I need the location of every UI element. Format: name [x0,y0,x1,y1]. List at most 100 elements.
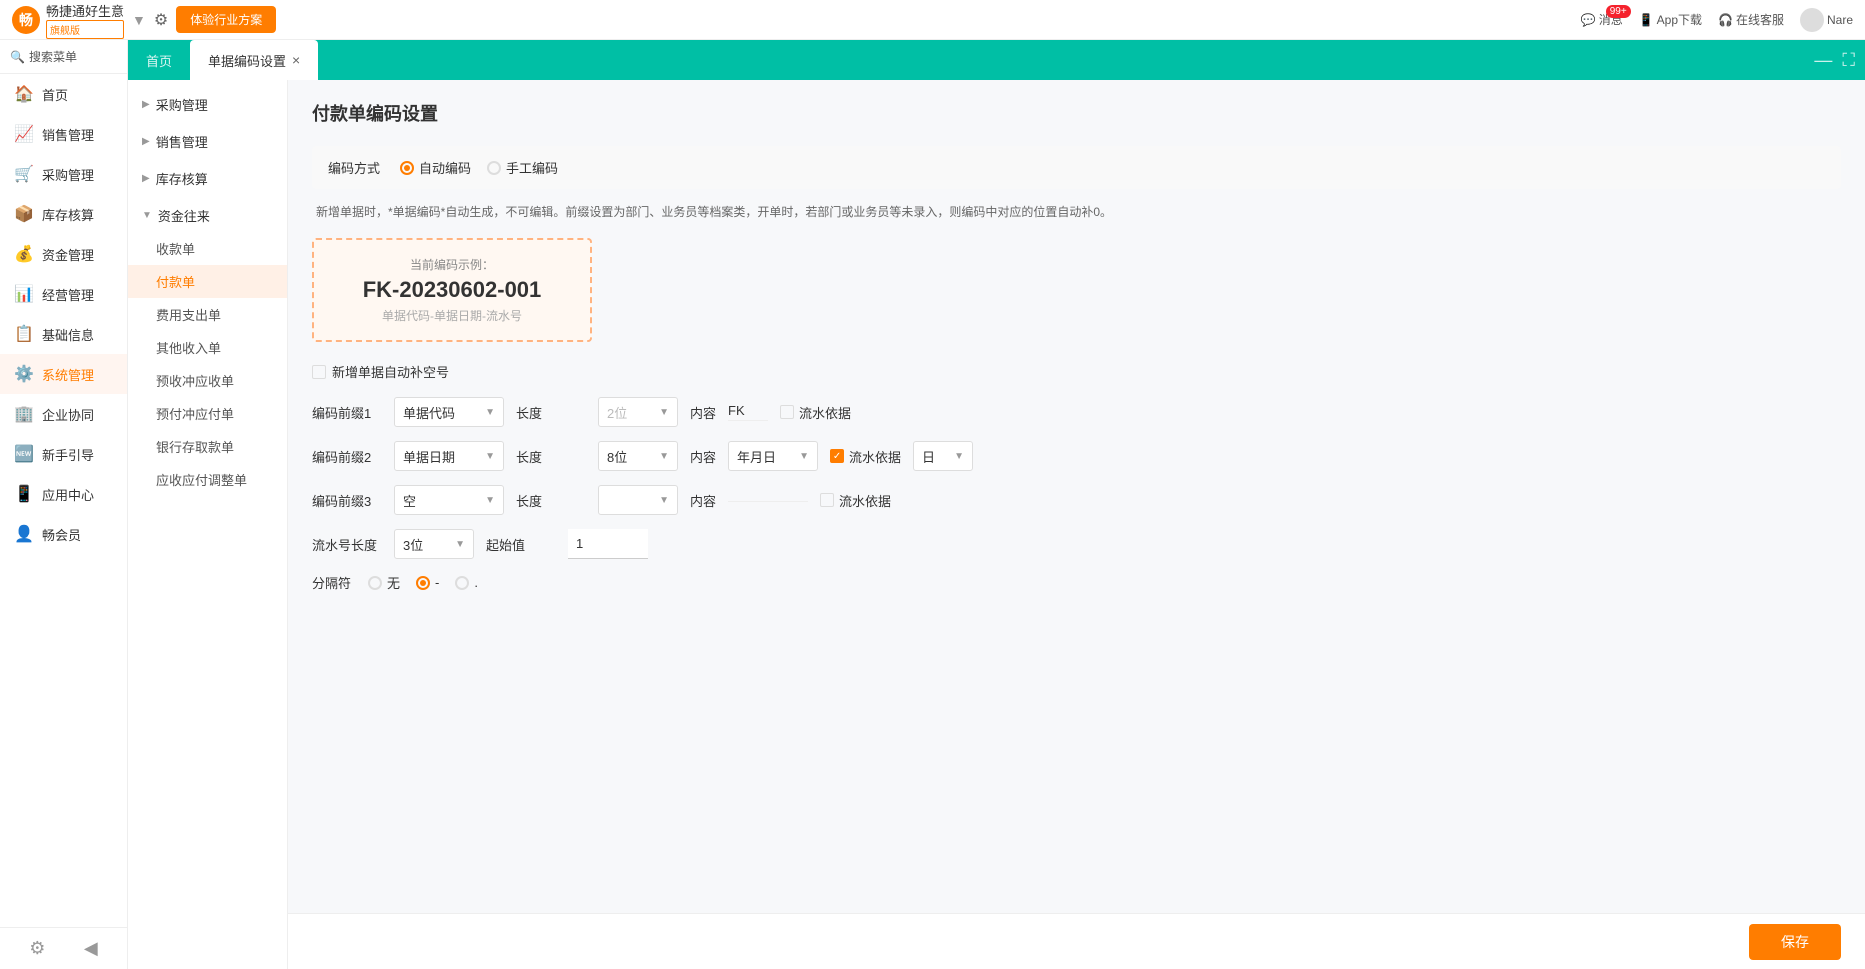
sec-group-capital: ▼ 资金往来 收款单 付款单 费用支出单 其他收入单 预收冲应收单 预付冲应付单… [128,199,287,496]
sidebar-item-sales[interactable]: 📈 销售管理 [0,114,127,154]
sidebar-item-home[interactable]: 🏠 首页 [0,74,127,114]
promo-button[interactable]: 体验行业方案 [176,6,276,33]
manual-encoding-radio[interactable]: 手工编码 [487,158,558,177]
prefix3-liushui: 流水依据 [820,491,891,510]
collapse-icon[interactable]: ◀ [84,938,98,959]
prefix3-length-select[interactable]: ▼ [598,485,678,515]
sidebar-item-corp[interactable]: 🏢 企业协同 [0,394,127,434]
sidebar-item-label: 系统管理 [42,365,94,384]
sec-group-sales-title[interactable]: ▶ 销售管理 [128,125,287,158]
sec-sidebar-item-prepay-receive[interactable]: 预收冲应收单 [128,364,287,397]
app-download-button[interactable]: 📱 App下载 [1639,11,1702,28]
sidebar-item-finance[interactable]: 💰 资金管理 [0,234,127,274]
brand-name: 畅捷通好生意 [46,1,124,20]
sec-sidebar-item-receipt[interactable]: 收款单 [128,232,287,265]
start-value-input[interactable]: 1 [568,529,648,559]
prefix3-length-arrow: ▼ [659,495,669,506]
service-icon: 🎧 [1718,13,1733,27]
serial-length-label: 流水号长度 [312,535,382,554]
auto-encoding-radio[interactable]: 自动编码 [400,158,471,177]
auto-fill-checkbox[interactable] [312,365,326,379]
tab-home[interactable]: 首页 [128,40,190,80]
prefix1-select[interactable]: 单据代码 ▼ [394,397,504,427]
arrow-right-icon3: ▶ [142,173,150,184]
sec-group-inventory-title[interactable]: ▶ 库存核算 [128,162,287,195]
sec-sidebar-item-payable-adjust[interactable]: 应收应付调整单 [128,463,287,496]
sec-group-purchase-label: 采购管理 [156,95,208,114]
serial-length-value: 3位 [403,535,423,554]
prefix2-content-select[interactable]: 年月日 ▼ [728,441,818,471]
sidebar-item-ops[interactable]: 📊 经营管理 [0,274,127,314]
sec-group-purchase-title[interactable]: ▶ 采购管理 [128,88,287,121]
sidebar-search[interactable]: 🔍 搜索菜单 [0,40,127,74]
prefix3-select[interactable]: 空 ▼ [394,485,504,515]
prefix3-length-label: 长度 [516,491,586,510]
sep-none-dot [368,576,382,590]
prefix2-period-value: 日 [922,447,935,466]
preview-code: FK-20230602-001 [338,277,566,303]
sec-group-inventory-label: 库存核算 [156,169,208,188]
prefix1-liushui-checkbox[interactable] [780,405,794,419]
prefix2-select[interactable]: 单据日期 ▼ [394,441,504,471]
sidebar-item-member[interactable]: 👤 畅会员 [0,514,127,554]
sidebar-item-purchase[interactable]: 🛒 采购管理 [0,154,127,194]
sec-group-capital-title[interactable]: ▼ 资金往来 [128,199,287,232]
prefix2-value: 单据日期 [403,447,455,466]
preview-label: 当前编码示例： [338,256,566,273]
sep-dash-radio[interactable]: - [416,575,439,590]
prefix2-length-select[interactable]: 8位 ▼ [598,441,678,471]
sidebar-item-label: 资金管理 [42,245,94,264]
sec-sidebar-item-expense[interactable]: 费用支出单 [128,298,287,331]
sidebar-item-label: 企业协同 [42,405,94,424]
finance-icon: 💰 [14,244,34,264]
tab-close-icon[interactable]: × [292,52,300,68]
sidebar-bottom: ⚙ ◀ [0,927,127,969]
auto-fill-row: 新增单据自动补空号 [312,362,1841,381]
sec-group-inventory: ▶ 库存核算 [128,162,287,195]
save-button[interactable]: 保存 [1749,924,1841,960]
sep-dot-radio[interactable]: . [455,575,478,590]
user-avatar [1800,8,1824,32]
prefix1-length-arrow: ▼ [659,407,669,418]
sec-sidebar-item-prepay-pay[interactable]: 预付冲应付单 [128,397,287,430]
purchase-icon: 🛒 [14,164,34,184]
settings-bottom-icon[interactable]: ⚙ [29,938,45,959]
prefix3-content-value [728,499,808,502]
sidebar-item-inventory[interactable]: 📦 库存核算 [0,194,127,234]
brand-icon: 畅 [12,6,40,34]
prefix2-liushui-checkbox[interactable]: ✓ [830,449,844,463]
sidebar-item-base[interactable]: 📋 基础信息 [0,314,127,354]
prefix1-arrow: ▼ [485,407,495,418]
brand-tag: 旗舰版 [46,20,124,39]
online-service-button[interactable]: 🎧 在线客服 [1718,11,1784,28]
top-bar-right: 💬 消息 99+ 📱 App下载 🎧 在线客服 Nare [1581,8,1853,32]
sidebar-item-apps[interactable]: 📱 应用中心 [0,474,127,514]
sep-none-radio[interactable]: 无 [368,573,400,592]
tab-encoding[interactable]: 单据编码设置 × [190,40,318,80]
sec-sidebar-item-bank[interactable]: 银行存取款单 [128,430,287,463]
sidebar-item-guide[interactable]: 🆕 新手引导 [0,434,127,474]
tab-maximize-icon[interactable]: ⛶ [1842,50,1855,71]
search-icon: 🔍 [10,50,25,64]
prefix2-period-select[interactable]: 日 ▼ [913,441,973,471]
gear-icon-top[interactable]: ⚙ [154,10,168,30]
user-info[interactable]: Nare [1800,8,1853,32]
message-button[interactable]: 💬 消息 99+ [1581,11,1623,28]
sidebar-item-label: 销售管理 [42,125,94,144]
sidebar-item-label: 应用中心 [42,485,94,504]
tab-minimize-icon[interactable]: — [1814,50,1832,71]
sec-sidebar-item-other-income[interactable]: 其他收入单 [128,331,287,364]
prefix2-arrow: ▼ [485,451,495,462]
chevron-down-icon[interactable]: ▼ [132,12,146,28]
prefix3-liushui-checkbox[interactable] [820,493,834,507]
serial-length-select[interactable]: 3位 ▼ [394,529,474,559]
content-area: ▶ 采购管理 ▶ 销售管理 ▶ 库存核算 [128,80,1865,969]
sec-sidebar-item-payment[interactable]: 付款单 [128,265,287,298]
sidebar-item-system[interactable]: ⚙️ 系统管理 [0,354,127,394]
prefix1-length-select[interactable]: 2位 ▼ [598,397,678,427]
sales-icon: 📈 [14,124,34,144]
prefix2-content-value: 年月日 [737,447,776,466]
arrow-down-icon: ▼ [142,210,152,221]
corp-icon: 🏢 [14,404,34,424]
message-badge: 99+ [1606,5,1631,18]
